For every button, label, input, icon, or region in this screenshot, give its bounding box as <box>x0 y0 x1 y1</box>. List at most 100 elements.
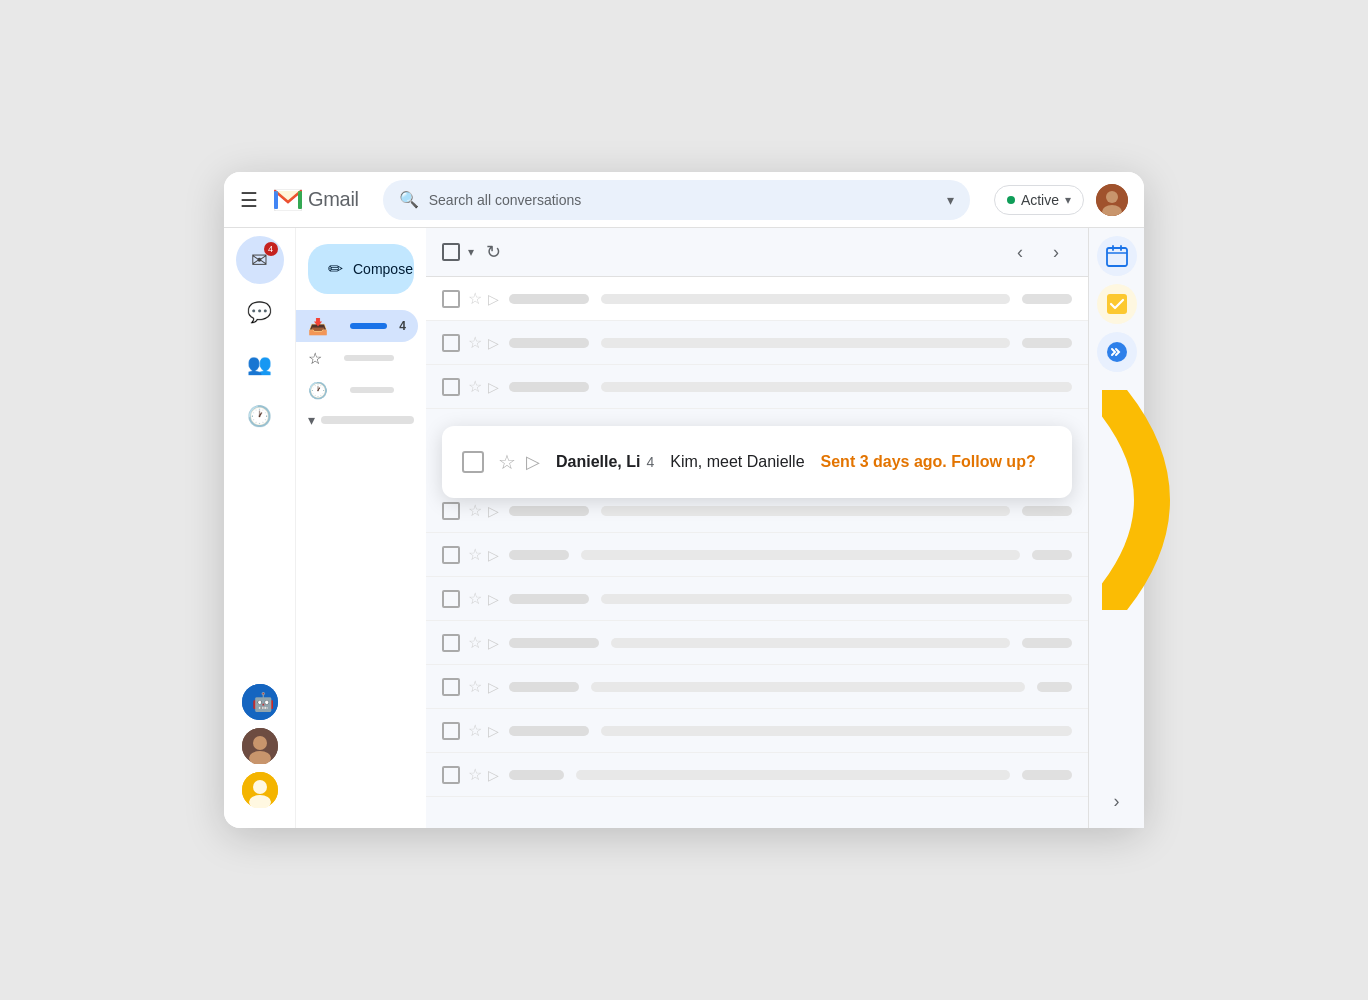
row-label-2: ▷ <box>488 335 499 351</box>
rows-below-featured: ☆ ▷ ☆ ▷ ☆ ▷ <box>426 489 1088 797</box>
active-status-dot <box>1007 196 1015 204</box>
mail-badge: 4 <box>264 242 278 256</box>
email-row-2[interactable]: ☆ ▷ <box>426 321 1088 365</box>
row-checkbox-10[interactable] <box>442 766 460 784</box>
row-sender-4 <box>509 506 589 516</box>
row-subject-1 <box>601 294 1010 304</box>
sidebar-item-chat[interactable]: 💬 <box>236 288 284 336</box>
row-date-5 <box>1032 550 1072 560</box>
row-sender-7 <box>509 638 599 648</box>
email-toolbar: ▾ ↻ ‹ › <box>426 228 1088 277</box>
user-avatar[interactable] <box>1096 184 1128 216</box>
search-dropdown-icon[interactable]: ▾ <box>947 192 954 208</box>
sidebar-item-mail[interactable]: ✉ 4 <box>236 236 284 284</box>
refresh-button[interactable]: ↻ <box>486 241 501 263</box>
nav-item-starred[interactable]: ☆ <box>296 342 418 374</box>
row-subject-7 <box>611 638 1010 648</box>
row-sender-8 <box>509 682 579 692</box>
chat-icon: 💬 <box>247 300 272 324</box>
active-status-button[interactable]: Active ▾ <box>994 185 1084 215</box>
email-row-10[interactable]: ☆ ▷ <box>426 753 1088 797</box>
row-star-4[interactable]: ☆ <box>468 501 482 520</box>
row-sender-5 <box>509 550 569 560</box>
feat-star-icon[interactable]: ☆ <box>498 450 516 474</box>
compose-button[interactable]: ✏ Compose <box>308 244 414 294</box>
email-row-5[interactable]: ☆ ▷ <box>426 533 1088 577</box>
chevron-down-icon[interactable]: ▾ <box>308 412 315 428</box>
nav-item-snoozed[interactable]: 🕐 <box>296 374 418 406</box>
row-star-2[interactable]: ☆ <box>468 333 482 352</box>
email-row-9[interactable]: ☆ ▷ <box>426 709 1088 753</box>
categories-section: ▾ <box>296 406 426 434</box>
row-star-10[interactable]: ☆ <box>468 765 482 784</box>
prev-page-button[interactable]: ‹ <box>1004 236 1036 268</box>
row-checkbox-2[interactable] <box>442 334 460 352</box>
row-subject-6 <box>601 594 1072 604</box>
row-sender-9 <box>509 726 589 736</box>
email-row-1[interactable]: ☆ ▷ <box>426 277 1088 321</box>
contact-avatar-3[interactable] <box>242 772 278 808</box>
feat-sender-text: Danielle, Li <box>556 453 640 471</box>
row-star-8[interactable]: ☆ <box>468 677 482 696</box>
email-list: ▾ ↻ ‹ › ☆ ▷ ☆ ▷ <box>426 228 1088 828</box>
row-sender-1 <box>509 294 589 304</box>
categories-bar <box>321 416 414 424</box>
svg-point-12 <box>253 780 267 794</box>
inbox-icon: 📥 <box>308 317 328 336</box>
tasks-panel-button[interactable] <box>1097 284 1137 324</box>
row-label-8: ▷ <box>488 679 499 695</box>
meet-panel-button[interactable] <box>1097 332 1137 372</box>
row-date-1 <box>1022 294 1072 304</box>
row-star-9[interactable]: ☆ <box>468 721 482 740</box>
row-sender-3 <box>509 382 589 392</box>
nav-item-inbox[interactable]: 📥 4 <box>296 310 418 342</box>
active-status-label: Active <box>1021 192 1059 208</box>
gmail-window: ☰ Gmail 🔍 Search all conversations ▾ Act… <box>224 172 1144 828</box>
hamburger-menu-icon[interactable]: ☰ <box>240 188 258 212</box>
email-row-7[interactable]: ☆ ▷ <box>426 621 1088 665</box>
sidebar: ✉ 4 💬 👥 🕐 🤖 <box>224 228 296 828</box>
row-checkbox-3[interactable] <box>442 378 460 396</box>
calendar-panel-button[interactable] <box>1097 236 1137 276</box>
select-all-checkbox[interactable] <box>442 243 460 261</box>
contact-avatar-2[interactable] <box>242 728 278 764</box>
featured-email-card[interactable]: ☆ ▷ Danielle, Li 4 Kim, meet Danielle Se… <box>442 426 1072 498</box>
top-bar: ☰ Gmail 🔍 Search all conversations ▾ Act… <box>224 172 1144 228</box>
spaces-icon: 👥 <box>247 352 272 376</box>
row-star-7[interactable]: ☆ <box>468 633 482 652</box>
feat-checkbox[interactable] <box>462 451 484 473</box>
gmail-logo[interactable]: Gmail <box>274 188 359 211</box>
row-checkbox-1[interactable] <box>442 290 460 308</box>
row-checkbox-5[interactable] <box>442 546 460 564</box>
row-subject-10 <box>576 770 1010 780</box>
svg-point-4 <box>1106 191 1118 203</box>
email-row-3[interactable]: ☆ ▷ <box>426 365 1088 409</box>
search-bar[interactable]: 🔍 Search all conversations ▾ <box>383 180 970 220</box>
snoozed-bar <box>350 387 394 393</box>
row-star-5[interactable]: ☆ <box>468 545 482 564</box>
row-date-4 <box>1022 506 1072 516</box>
row-star-1[interactable]: ☆ <box>468 289 482 308</box>
sidebar-item-spaces[interactable]: 👥 <box>236 340 284 388</box>
row-sender-6 <box>509 594 589 604</box>
right-panel-expand-button[interactable]: › <box>1114 791 1120 820</box>
row-checkbox-7[interactable] <box>442 634 460 652</box>
row-checkbox-8[interactable] <box>442 678 460 696</box>
calendar-icon <box>1106 245 1128 267</box>
sidebar-item-meet[interactable]: 🕐 <box>236 392 284 440</box>
contact-avatar-1[interactable]: 🤖 <box>242 684 278 720</box>
row-star-6[interactable]: ☆ <box>468 589 482 608</box>
row-label-4: ▷ <box>488 503 499 519</box>
row-checkbox-6[interactable] <box>442 590 460 608</box>
row-checkbox-9[interactable] <box>442 722 460 740</box>
main-layout: ✉ 4 💬 👥 🕐 🤖 <box>224 228 1144 828</box>
next-page-button[interactable]: › <box>1040 236 1072 268</box>
email-row-6[interactable]: ☆ ▷ <box>426 577 1088 621</box>
starred-icon: ☆ <box>308 349 322 368</box>
row-star-3[interactable]: ☆ <box>468 377 482 396</box>
select-dropdown-icon[interactable]: ▾ <box>468 245 474 259</box>
row-checkbox-4[interactable] <box>442 502 460 520</box>
row-label-10: ▷ <box>488 767 499 783</box>
svg-rect-14 <box>1107 248 1127 266</box>
email-row-8[interactable]: ☆ ▷ <box>426 665 1088 709</box>
